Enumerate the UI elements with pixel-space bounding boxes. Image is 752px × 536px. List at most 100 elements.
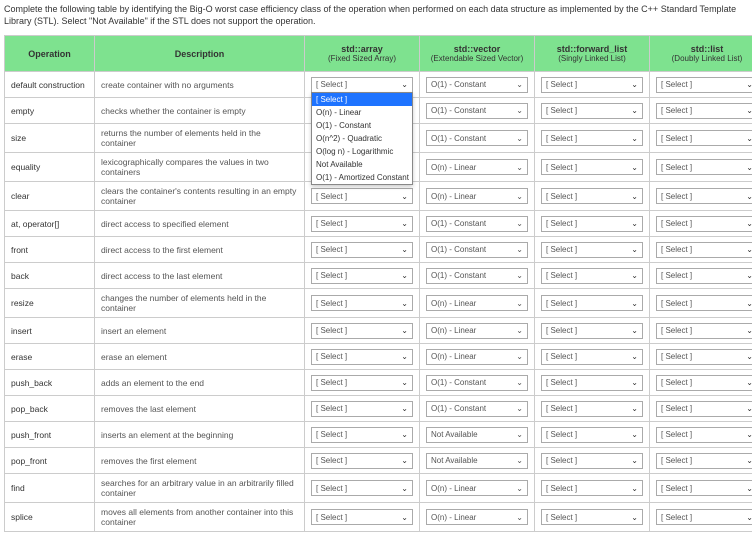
list-select[interactable]: [ Select ]⌄ — [656, 427, 752, 443]
array-select[interactable]: [ Select ]⌄[ Select ]O(n) - LinearO(1) -… — [311, 77, 413, 93]
vector-select[interactable]: O(1) - Constant⌄ — [426, 103, 528, 119]
array-select[interactable]: [ Select ]⌄ — [311, 480, 413, 496]
forward-list-select[interactable]: [ Select ]⌄ — [541, 130, 643, 146]
vector-select[interactable]: Not Available⌄ — [426, 427, 528, 443]
list-select[interactable]: [ Select ]⌄ — [656, 375, 752, 391]
vector-select[interactable]: Not Available⌄ — [426, 453, 528, 469]
list-select[interactable]: [ Select ]⌄ — [656, 188, 752, 204]
select-value: [ Select ] — [661, 404, 692, 413]
forward-list-select[interactable]: [ Select ]⌄ — [541, 77, 643, 93]
cell-operation: erase — [5, 344, 95, 370]
list-select[interactable]: [ Select ]⌄ — [656, 480, 752, 496]
cell-operation: front — [5, 237, 95, 263]
forward-list-select[interactable]: [ Select ]⌄ — [541, 480, 643, 496]
vector-select[interactable]: O(1) - Constant⌄ — [426, 242, 528, 258]
forward-list-select[interactable]: [ Select ]⌄ — [541, 453, 643, 469]
array-select[interactable]: [ Select ]⌄ — [311, 323, 413, 339]
vector-select[interactable]: O(n) - Linear⌄ — [426, 509, 528, 525]
list-select[interactable]: [ Select ]⌄ — [656, 509, 752, 525]
dropdown-option[interactable]: O(log n) - Logarithmic — [312, 145, 412, 158]
select-value: [ Select ] — [546, 163, 577, 172]
array-select[interactable]: [ Select ]⌄ — [311, 216, 413, 232]
cell-description: removes the last element — [95, 396, 305, 422]
forward-list-select[interactable]: [ Select ]⌄ — [541, 216, 643, 232]
select-value: [ Select ] — [316, 378, 347, 387]
array-select[interactable]: [ Select ]⌄ — [311, 453, 413, 469]
vector-select[interactable]: O(1) - Constant⌄ — [426, 375, 528, 391]
forward-list-select[interactable]: [ Select ]⌄ — [541, 159, 643, 175]
select-value: O(n) - Linear — [431, 513, 476, 522]
chevron-down-icon: ⌄ — [631, 513, 638, 522]
chevron-down-icon: ⌄ — [746, 484, 752, 493]
chevron-down-icon: ⌄ — [516, 326, 523, 335]
chevron-down-icon: ⌄ — [746, 245, 752, 254]
forward-list-select[interactable]: [ Select ]⌄ — [541, 295, 643, 311]
forward-list-select[interactable]: [ Select ]⌄ — [541, 188, 643, 204]
forward-list-select[interactable]: [ Select ]⌄ — [541, 401, 643, 417]
forward-list-select[interactable]: [ Select ]⌄ — [541, 509, 643, 525]
cell-operation: default construction — [5, 72, 95, 98]
dropdown-option[interactable]: Not Available — [312, 158, 412, 171]
vector-select[interactable]: O(1) - Constant⌄ — [426, 216, 528, 232]
array-select[interactable]: [ Select ]⌄ — [311, 188, 413, 204]
dropdown-option[interactable]: O(1) - Amortized Constant — [312, 171, 412, 184]
cell-description: checks whether the container is empty — [95, 98, 305, 124]
chevron-down-icon: ⌄ — [516, 163, 523, 172]
array-select[interactable]: [ Select ]⌄ — [311, 375, 413, 391]
list-select[interactable]: [ Select ]⌄ — [656, 268, 752, 284]
cell-array: [ Select ]⌄ — [305, 289, 420, 318]
array-select[interactable]: [ Select ]⌄ — [311, 242, 413, 258]
chevron-down-icon: ⌄ — [746, 513, 752, 522]
forward-list-select[interactable]: [ Select ]⌄ — [541, 349, 643, 365]
list-select[interactable]: [ Select ]⌄ — [656, 242, 752, 258]
dropdown-option[interactable]: O(n) - Linear — [312, 106, 412, 119]
forward-list-select[interactable]: [ Select ]⌄ — [541, 242, 643, 258]
select-value: Not Available — [431, 456, 478, 465]
header-vector: std::vector(Extendable Sized Vector) — [420, 36, 535, 72]
list-select[interactable]: [ Select ]⌄ — [656, 159, 752, 175]
vector-select[interactable]: O(1) - Constant⌄ — [426, 401, 528, 417]
array-select[interactable]: [ Select ]⌄ — [311, 509, 413, 525]
list-select[interactable]: [ Select ]⌄ — [656, 103, 752, 119]
array-select[interactable]: [ Select ]⌄ — [311, 427, 413, 443]
list-select[interactable]: [ Select ]⌄ — [656, 349, 752, 365]
dropdown-option[interactable]: O(1) - Constant — [312, 119, 412, 132]
vector-select[interactable]: O(n) - Linear⌄ — [426, 480, 528, 496]
forward-list-select[interactable]: [ Select ]⌄ — [541, 268, 643, 284]
forward-list-select[interactable]: [ Select ]⌄ — [541, 427, 643, 443]
list-select[interactable]: [ Select ]⌄ — [656, 77, 752, 93]
select-value: [ Select ] — [661, 352, 692, 361]
chevron-down-icon: ⌄ — [401, 513, 408, 522]
list-select[interactable]: [ Select ]⌄ — [656, 401, 752, 417]
array-select[interactable]: [ Select ]⌄ — [311, 349, 413, 365]
list-select[interactable]: [ Select ]⌄ — [656, 130, 752, 146]
forward-list-select[interactable]: [ Select ]⌄ — [541, 323, 643, 339]
list-select[interactable]: [ Select ]⌄ — [656, 295, 752, 311]
forward-list-select[interactable]: [ Select ]⌄ — [541, 375, 643, 391]
vector-select[interactable]: O(n) - Linear⌄ — [426, 349, 528, 365]
dropdown-option[interactable]: O(n^2) - Quadratic — [312, 132, 412, 145]
list-select[interactable]: [ Select ]⌄ — [656, 216, 752, 232]
vector-select[interactable]: O(1) - Constant⌄ — [426, 130, 528, 146]
cell-list: [ Select ]⌄ — [650, 124, 752, 153]
cell-forward-list: [ Select ]⌄ — [535, 182, 650, 211]
chevron-down-icon: ⌄ — [516, 378, 523, 387]
cell-forward-list: [ Select ]⌄ — [535, 211, 650, 237]
vector-select[interactable]: O(n) - Linear⌄ — [426, 295, 528, 311]
array-select[interactable]: [ Select ]⌄ — [311, 268, 413, 284]
forward-list-select[interactable]: [ Select ]⌄ — [541, 103, 643, 119]
vector-select[interactable]: O(1) - Constant⌄ — [426, 268, 528, 284]
array-select[interactable]: [ Select ]⌄ — [311, 401, 413, 417]
list-select[interactable]: [ Select ]⌄ — [656, 323, 752, 339]
cell-array: [ Select ]⌄ — [305, 263, 420, 289]
vector-select[interactable]: O(1) - Constant⌄ — [426, 77, 528, 93]
cell-list: [ Select ]⌄ — [650, 263, 752, 289]
vector-select[interactable]: O(n) - Linear⌄ — [426, 323, 528, 339]
dropdown-option[interactable]: [ Select ] — [312, 93, 412, 106]
vector-select[interactable]: O(n) - Linear⌄ — [426, 159, 528, 175]
list-select[interactable]: [ Select ]⌄ — [656, 453, 752, 469]
vector-select[interactable]: O(n) - Linear⌄ — [426, 188, 528, 204]
array-select[interactable]: [ Select ]⌄ — [311, 295, 413, 311]
table-row: insertinsert an element[ Select ]⌄O(n) -… — [5, 318, 752, 344]
select-value: [ Select ] — [661, 106, 692, 115]
